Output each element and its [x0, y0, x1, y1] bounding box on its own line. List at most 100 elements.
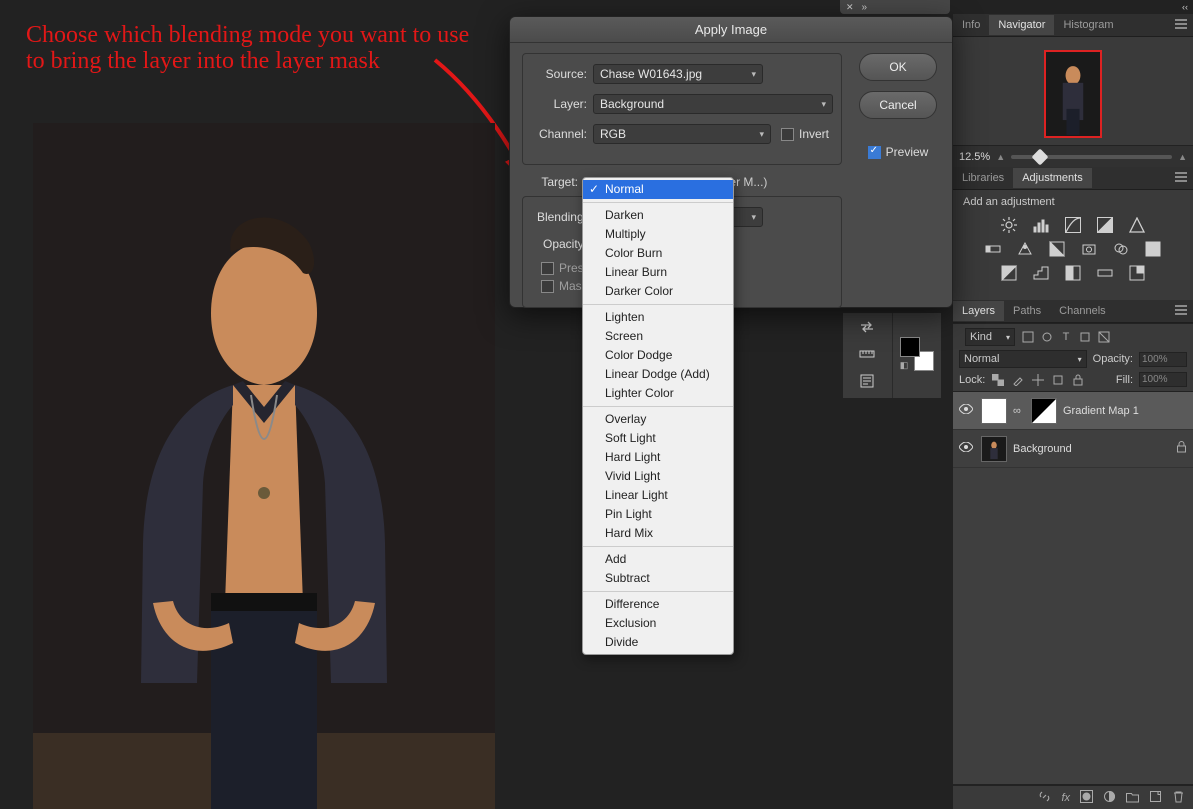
filter-pixel-icon[interactable] [1021, 330, 1035, 344]
panel-menu-icon[interactable] [1169, 303, 1193, 320]
tab-adjustments[interactable]: Adjustments [1013, 168, 1092, 188]
curves-icon[interactable] [1064, 216, 1082, 234]
blend-option[interactable]: Difference [583, 595, 733, 614]
lock-artboard-icon[interactable] [1051, 373, 1065, 387]
blend-option[interactable]: Color Burn [583, 244, 733, 263]
source-dropdown[interactable]: Chase W01643.jpg▾ [593, 64, 763, 84]
ok-button[interactable]: OK [859, 53, 937, 81]
invert-icon[interactable] [1000, 264, 1018, 282]
link-layers-icon[interactable] [1038, 790, 1051, 806]
zoom-value[interactable]: 12.5% [959, 151, 990, 163]
photo-filter-icon[interactable] [1080, 240, 1098, 258]
cancel-button[interactable]: Cancel [859, 91, 937, 119]
blend-option[interactable]: Linear Light [583, 486, 733, 505]
blend-option[interactable]: Hard Mix [583, 524, 733, 543]
zoom-slider[interactable] [1011, 155, 1172, 159]
panel-menu-icon[interactable] [1169, 170, 1193, 187]
tab-info[interactable]: Info [953, 15, 989, 35]
blend-option[interactable]: Exclusion [583, 614, 733, 633]
blend-option[interactable]: Screen [583, 327, 733, 346]
default-colors-icon[interactable]: ◧ [900, 360, 909, 371]
invert-checkbox[interactable]: Invert [781, 127, 829, 141]
gradient-map-icon[interactable] [1096, 264, 1114, 282]
blend-option[interactable]: Vivid Light [583, 467, 733, 486]
expand-icon[interactable]: » [862, 2, 868, 13]
color-lookup-icon[interactable] [1144, 240, 1162, 258]
collapsed-panel-tab[interactable]: ✕ » [840, 0, 950, 14]
panel-collapse-icon[interactable]: ‹‹ [1182, 2, 1188, 12]
new-group-icon[interactable] [1126, 790, 1139, 806]
layer-name[interactable]: Gradient Map 1 [1063, 405, 1139, 417]
blend-option[interactable]: Add [583, 550, 733, 569]
preview-checkbox[interactable]: Preview [868, 145, 929, 159]
blend-option[interactable]: Lighter Color [583, 384, 733, 403]
panel-menu-icon[interactable] [1169, 17, 1193, 34]
visibility-icon[interactable] [959, 404, 975, 417]
visibility-icon[interactable] [959, 442, 975, 455]
blend-option[interactable]: Multiply [583, 225, 733, 244]
layer-thumbnail[interactable] [981, 436, 1007, 462]
blend-option[interactable]: Overlay [583, 410, 733, 429]
levels-icon[interactable] [1032, 216, 1050, 234]
ruler-icon[interactable] [859, 346, 875, 365]
blend-option[interactable]: Linear Burn [583, 263, 733, 282]
note-icon[interactable] [859, 373, 875, 392]
lock-position-icon[interactable] [1031, 373, 1045, 387]
blend-option[interactable]: Subtract [583, 569, 733, 588]
tab-channels[interactable]: Channels [1050, 301, 1114, 321]
lock-pixels-icon[interactable] [1011, 373, 1025, 387]
tab-histogram[interactable]: Histogram [1054, 15, 1122, 35]
tab-paths[interactable]: Paths [1004, 301, 1050, 321]
vibrance-icon[interactable] [1128, 216, 1146, 234]
filter-shape-icon[interactable] [1078, 330, 1092, 344]
new-adjustment-icon[interactable] [1103, 790, 1116, 806]
blend-option[interactable]: Darker Color [583, 282, 733, 301]
lock-all-icon[interactable] [1071, 373, 1085, 387]
fill-field[interactable]: 100% [1139, 372, 1187, 387]
mask-thumbnail[interactable] [981, 398, 1007, 424]
color-swatches[interactable]: ◧ [900, 337, 934, 371]
layer-list[interactable]: ∞ Gradient Map 1 Background [953, 391, 1193, 785]
posterize-icon[interactable] [1032, 264, 1050, 282]
exposure-icon[interactable] [1096, 216, 1114, 234]
filter-smart-icon[interactable] [1097, 330, 1111, 344]
tab-layers[interactable]: Layers [953, 301, 1004, 321]
layer-dropdown[interactable]: Background▾ [593, 94, 833, 114]
blend-option[interactable]: Lighten [583, 308, 733, 327]
tab-libraries[interactable]: Libraries [953, 168, 1013, 188]
fg-swatch[interactable] [900, 337, 920, 357]
brightness-icon[interactable] [1000, 216, 1018, 234]
zoom-in-icon[interactable]: ▲ [1178, 152, 1187, 162]
trash-icon[interactable] [1172, 790, 1185, 806]
hue-icon[interactable] [984, 240, 1002, 258]
blend-option[interactable]: Normal [583, 180, 733, 199]
channel-mixer-icon[interactable] [1112, 240, 1130, 258]
new-layer-icon[interactable] [1149, 790, 1162, 806]
channel-dropdown[interactable]: RGB▾ [593, 124, 771, 144]
blend-option[interactable]: Soft Light [583, 429, 733, 448]
filter-adjust-icon[interactable] [1040, 330, 1054, 344]
filter-type-icon[interactable]: T [1059, 330, 1073, 344]
zoom-out-icon[interactable]: ▲ [996, 152, 1005, 162]
mask-icon[interactable] [1080, 790, 1093, 806]
blend-mode-dropdown[interactable]: Normal▾ [959, 350, 1087, 368]
opacity-field[interactable]: 100% [1139, 352, 1187, 367]
document-canvas[interactable] [33, 123, 495, 809]
adjustment-thumbnail[interactable] [1031, 398, 1057, 424]
blend-option[interactable]: Divide [583, 633, 733, 652]
navigator-thumbnail-wrap[interactable] [953, 37, 1193, 145]
layer-row[interactable]: Background [953, 430, 1193, 468]
threshold-icon[interactable] [1064, 264, 1082, 282]
tab-navigator[interactable]: Navigator [989, 15, 1054, 35]
blend-option[interactable]: Darken [583, 206, 733, 225]
blend-option[interactable]: Linear Dodge (Add) [583, 365, 733, 384]
fx-icon[interactable]: fx [1061, 792, 1070, 804]
color-balance-icon[interactable] [1016, 240, 1034, 258]
bw-icon[interactable] [1048, 240, 1066, 258]
blend-option[interactable]: Hard Light [583, 448, 733, 467]
close-icon[interactable]: ✕ [846, 2, 854, 13]
selective-color-icon[interactable] [1128, 264, 1146, 282]
lock-transparency-icon[interactable] [991, 373, 1005, 387]
layer-name[interactable]: Background [1013, 443, 1072, 455]
layer-row[interactable]: ∞ Gradient Map 1 [953, 392, 1193, 430]
